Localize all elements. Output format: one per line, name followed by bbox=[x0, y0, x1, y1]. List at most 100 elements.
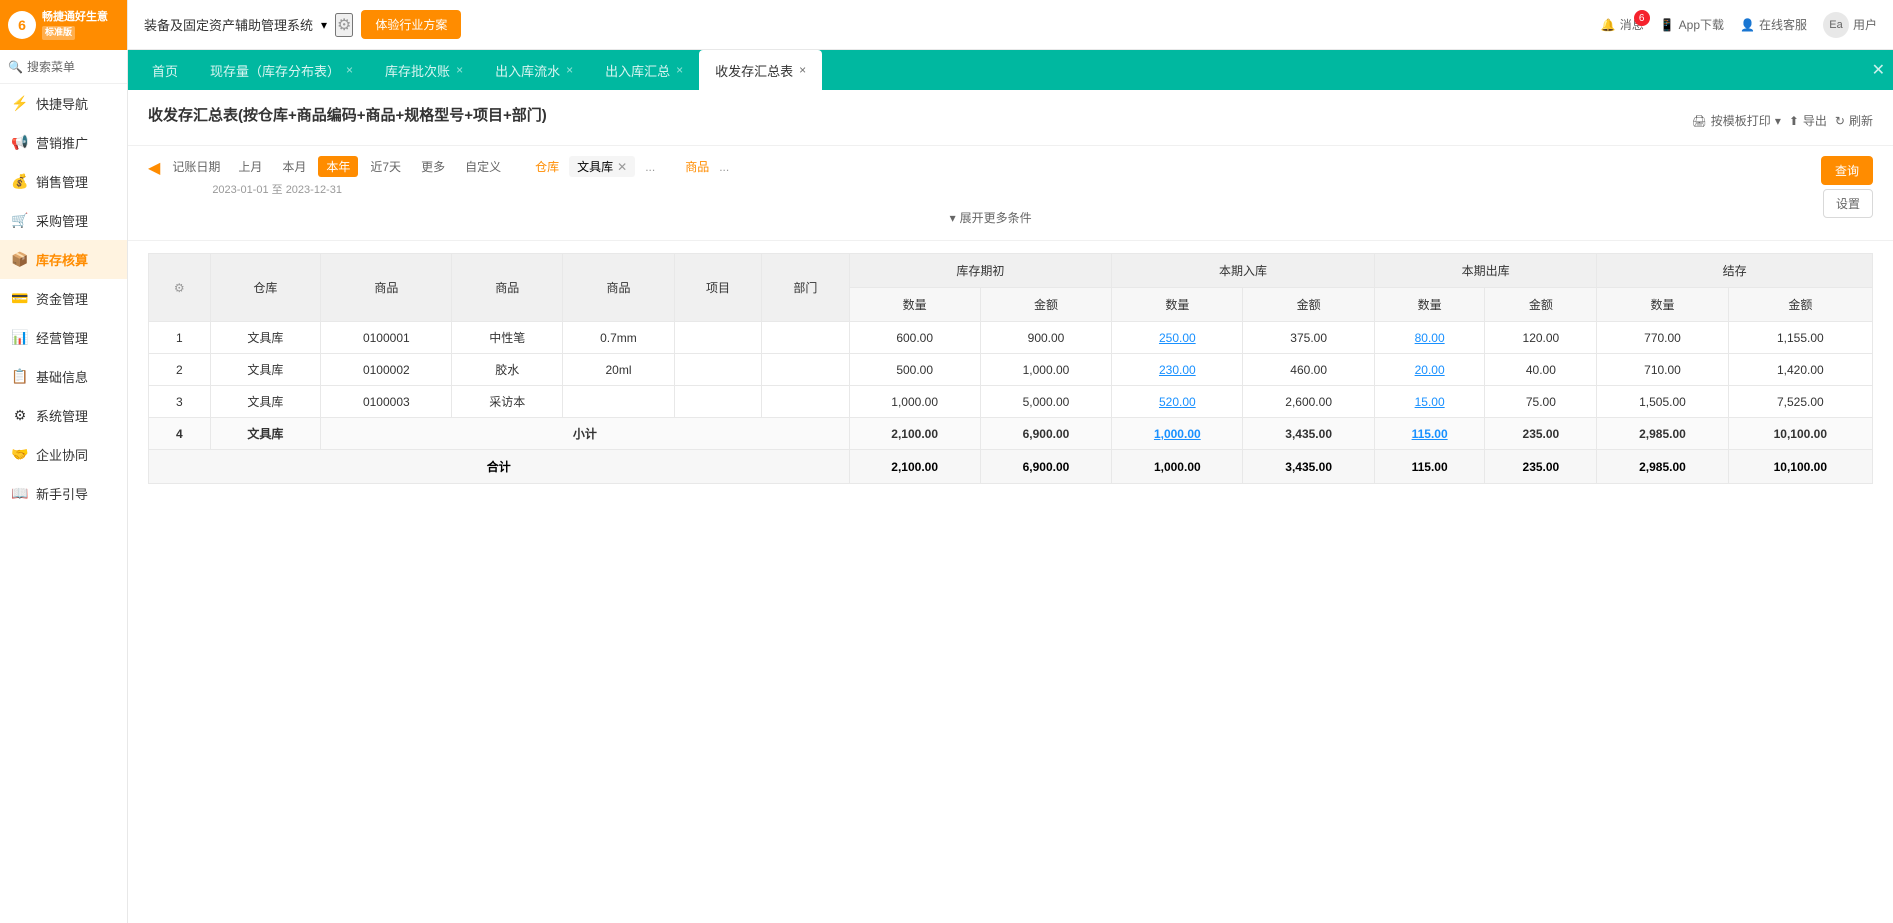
sidebar: 6 畅捷通好生意 标准版 🔍 搜索菜单 ⚡快捷导航📢营销推广💰销售管理🛒采购管理… bbox=[0, 0, 128, 923]
cell-warehouse-1: 文具库 bbox=[210, 354, 321, 386]
date-btn-7days[interactable]: 近7天 bbox=[362, 156, 409, 177]
date-btn-more[interactable]: 更多 bbox=[413, 156, 453, 177]
subtotal-closing-amount: 10,100.00 bbox=[1728, 418, 1872, 450]
service-icon: 👤 bbox=[1740, 18, 1755, 32]
subtotal-row-num: 4 bbox=[149, 418, 211, 450]
date-btn-this-month[interactable]: 本月 bbox=[274, 156, 314, 177]
th-spec: 商品 bbox=[563, 254, 675, 322]
sidebar-item-0[interactable]: ⚡快捷导航 bbox=[0, 84, 127, 123]
gear-button[interactable]: ⚙ bbox=[335, 13, 353, 37]
cell-spec-0: 0.7mm bbox=[563, 322, 675, 354]
tab-bar-close-icon[interactable]: ✕ bbox=[1872, 60, 1885, 80]
warehouse-tag: 文具库 ✕ bbox=[569, 156, 635, 177]
warehouse-tag-close[interactable]: ✕ bbox=[617, 160, 627, 174]
cell-incoming-amount-0: 375.00 bbox=[1243, 322, 1374, 354]
print-button[interactable]: 🖨 按模板打印 ▾ bbox=[1692, 112, 1781, 129]
expand-conditions-btn[interactable]: ▾ 展开更多条件 bbox=[942, 205, 1040, 230]
sidebar-item-2[interactable]: 💰销售管理 bbox=[0, 162, 127, 201]
notification-badge: 6 bbox=[1634, 10, 1650, 26]
sidebar-icon-6: 📊 bbox=[12, 330, 28, 346]
dropdown-arrow-icon: ▾ bbox=[321, 18, 327, 32]
cell-opening-amount-0: 900.00 bbox=[980, 322, 1111, 354]
sidebar-item-4[interactable]: 📦库存核算 bbox=[0, 240, 127, 279]
th-incoming-qty: 数量 bbox=[1112, 288, 1243, 322]
tab-3[interactable]: 出入库流水× bbox=[479, 50, 589, 90]
query-button[interactable]: 查询 bbox=[1821, 156, 1873, 185]
refresh-button[interactable]: ↻ 刷新 bbox=[1835, 112, 1873, 129]
th-incoming: 本期入库 bbox=[1112, 254, 1375, 288]
subtotal-label: 小计 bbox=[321, 418, 849, 450]
th-closing-amount: 金额 bbox=[1728, 288, 1872, 322]
tab-label-0: 首页 bbox=[152, 61, 178, 80]
expand-conditions-icon: ▾ bbox=[950, 211, 956, 225]
tab-label-4: 出入库汇总 bbox=[605, 61, 670, 80]
tab-4[interactable]: 出入库汇总 × bbox=[589, 50, 699, 90]
tab-5[interactable]: 收发存汇总表× bbox=[699, 50, 822, 90]
export-button[interactable]: ⬆ 导出 bbox=[1789, 112, 1827, 129]
sidebar-item-10[interactable]: 📖新手引导 bbox=[0, 474, 127, 513]
sidebar-search[interactable]: 🔍 搜索菜单 bbox=[0, 50, 127, 84]
date-btn-last-month[interactable]: 上月 bbox=[230, 156, 270, 177]
cell-code-2: 0100003 bbox=[321, 386, 452, 418]
table-row: 2 文具库 0100002 胶水 20ml 500.00 1,000.00 23… bbox=[149, 354, 1873, 386]
th-code: 商品 bbox=[321, 254, 452, 322]
app-download-item[interactable]: 📱 App下载 bbox=[1660, 16, 1724, 33]
tab-close-2[interactable]: × bbox=[456, 63, 463, 77]
date-options: 上月 本月 本年 近7天 更多 自定义 bbox=[230, 156, 509, 177]
table-gear-icon[interactable]: ⚙ bbox=[174, 281, 185, 295]
cell-incoming-qty-1: 230.00 bbox=[1112, 354, 1243, 386]
tab-label-1: 现存量（库存分布表） bbox=[210, 61, 340, 80]
tab-close-5[interactable]: × bbox=[799, 63, 806, 77]
sidebar-icon-3: 🛒 bbox=[12, 213, 28, 229]
tab-close-4[interactable]: × bbox=[676, 63, 683, 77]
goods-more-btn[interactable]: ... bbox=[719, 160, 729, 174]
sidebar-label-3: 采购管理 bbox=[36, 211, 88, 230]
subtotal-outgoing-qty: 115.00 bbox=[1374, 418, 1485, 450]
sidebar-item-7[interactable]: 📋基础信息 bbox=[0, 357, 127, 396]
online-service-item[interactable]: 👤 在线客服 bbox=[1740, 16, 1807, 33]
warehouse-more-btn[interactable]: ... bbox=[645, 160, 655, 174]
date-btn-this-year[interactable]: 本年 bbox=[318, 156, 358, 177]
tab-2[interactable]: 库存批次账× bbox=[369, 50, 479, 90]
page-actions: 🖨 按模板打印 ▾ ⬆ 导出 ↻ 刷新 bbox=[1692, 112, 1873, 129]
cell-spec-2 bbox=[563, 386, 675, 418]
user-item[interactable]: Ea 用户 bbox=[1823, 12, 1877, 38]
cell-outgoing-qty-2: 15.00 bbox=[1374, 386, 1485, 418]
tab-close-3[interactable]: × bbox=[566, 63, 573, 77]
search-icon: 🔍 bbox=[8, 60, 23, 74]
subtotal-opening-qty: 2,100.00 bbox=[849, 418, 980, 450]
th-name: 商品 bbox=[452, 254, 563, 322]
cell-dept-1 bbox=[762, 354, 849, 386]
sidebar-item-1[interactable]: 📢营销推广 bbox=[0, 123, 127, 162]
settings-button[interactable]: 设置 bbox=[1823, 189, 1873, 218]
expand-arrow-icon[interactable]: ◀ bbox=[148, 158, 160, 178]
cell-incoming-amount-1: 460.00 bbox=[1243, 354, 1374, 386]
cell-project-1 bbox=[674, 354, 761, 386]
filter-bar: ◀ 记账日期 上月 本月 本年 近7天 更多 自定义 仓库 文具库 bbox=[128, 146, 1893, 241]
sidebar-item-3[interactable]: 🛒 采购管理 bbox=[0, 201, 127, 240]
date-btn-custom[interactable]: 自定义 bbox=[457, 156, 509, 177]
date-range-display: 2023-01-01 至 2023-12-31 bbox=[212, 181, 1809, 197]
sidebar-item-6[interactable]: 📊经营管理 bbox=[0, 318, 127, 357]
th-opening-amount: 金额 bbox=[980, 288, 1111, 322]
print-icon: 🖨 bbox=[1692, 114, 1707, 128]
trial-button[interactable]: 体验行业方案 bbox=[361, 10, 461, 39]
cell-name-2: 采访本 bbox=[452, 386, 563, 418]
subtotal-closing-qty: 2,985.00 bbox=[1597, 418, 1728, 450]
notification-item[interactable]: 🔔 消息 6 bbox=[1601, 16, 1644, 33]
sidebar-label-8: 系统管理 bbox=[36, 406, 88, 425]
sidebar-item-8[interactable]: ⚙系统管理 bbox=[0, 396, 127, 435]
sidebar-item-5[interactable]: 💳资金管理 bbox=[0, 279, 127, 318]
th-closing-qty: 数量 bbox=[1597, 288, 1728, 322]
footer-outgoing-qty: 115.00 bbox=[1374, 450, 1485, 484]
th-outgoing-qty: 数量 bbox=[1374, 288, 1485, 322]
cell-opening-amount-2: 5,000.00 bbox=[980, 386, 1111, 418]
tab-close-1[interactable]: × bbox=[346, 63, 353, 77]
sidebar-item-9[interactable]: 🤝企业协同 bbox=[0, 435, 127, 474]
page-title: 收发存汇总表(按仓库+商品编码+商品+规格型号+项目+部门) bbox=[148, 104, 547, 125]
warehouse-filter-label: 仓库 bbox=[535, 158, 559, 175]
cell-opening-qty-1: 500.00 bbox=[849, 354, 980, 386]
tab-0[interactable]: 首页 bbox=[136, 50, 194, 90]
sidebar-icon-1: 📢 bbox=[12, 135, 28, 151]
tab-1[interactable]: 现存量（库存分布表） × bbox=[194, 50, 369, 90]
